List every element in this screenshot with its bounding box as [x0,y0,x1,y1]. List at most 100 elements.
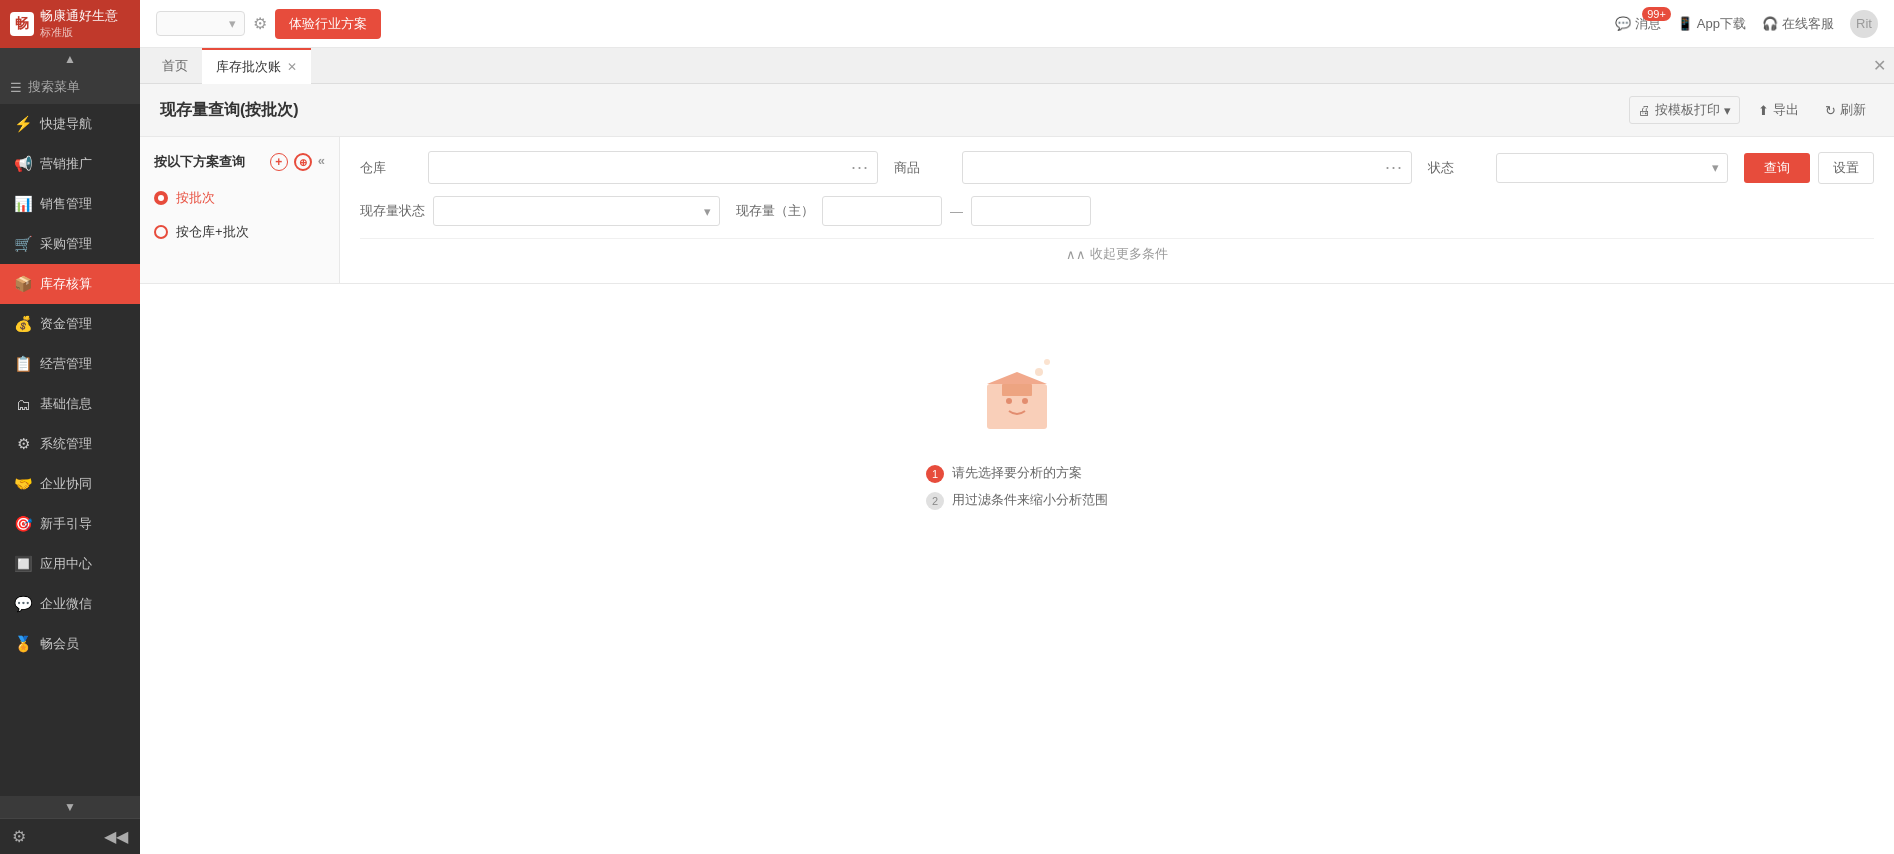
sidebar-item-app-center[interactable]: 🔲 应用中心 [0,544,140,584]
sidebar-item-system[interactable]: ⚙ 系统管理 [0,424,140,464]
inventory-status-field: 现存量状态 ▾ [360,196,720,226]
collapse-more-button[interactable]: ∧∧ 收起更多条件 [360,238,1874,269]
warehouse-more-icon[interactable]: ··· [851,157,869,178]
sidebar-scroll-down[interactable]: ▼ [0,796,140,818]
svg-point-5 [1022,398,1028,404]
member-icon: 🏅 [14,635,32,653]
inventory-status-label: 现存量状态 [360,202,425,220]
sidebar-item-guide[interactable]: 🎯 新手引导 [0,504,140,544]
content-area: 现存量查询(按批次) 🖨 按模板打印 ▾ ⬆ 导出 ↻ 刷新 [140,84,1894,854]
app-download-button[interactable]: 📱 App下载 [1677,15,1746,33]
schema-by-batch-label: 按批次 [176,189,215,207]
schema-settings-icon[interactable]: ⊕ [294,153,312,171]
inventory-status-input[interactable]: ▾ [433,196,720,226]
inventory-main-to-input[interactable] [971,196,1091,226]
sidebar-item-label: 快捷导航 [40,115,92,133]
settings-button[interactable]: 设置 [1818,152,1874,184]
app-logo: 畅 [10,12,34,36]
filter-sidebar-title: 按以下方案查询 [154,153,245,171]
empty-state: 1 请先选择要分析的方案 2 用过滤条件来缩小分析范围 [140,284,1894,578]
sidebar-item-quick-nav[interactable]: ⚡ 快捷导航 [0,104,140,144]
sidebar-item-inventory[interactable]: 📦 库存核算 [0,264,140,304]
sidebar-bottom: ⚙ ◀◀ [0,818,140,854]
page-actions: 🖨 按模板打印 ▾ ⬆ 导出 ↻ 刷新 [1629,96,1874,124]
filter-row-2: 现存量状态 ▾ 现存量（主） — [360,196,1874,226]
tab-home[interactable]: 首页 [148,48,202,84]
product-input[interactable]: ··· [962,151,1412,184]
sidebar-item-label: 库存核算 [40,275,92,293]
sidebar-item-marketing[interactable]: 📢 营销推广 [0,144,140,184]
collapse-filter-icon[interactable]: « [318,153,325,171]
empty-steps-list: 1 请先选择要分析的方案 2 用过滤条件来缩小分析范围 [926,464,1108,518]
trial-button[interactable]: 体验行业方案 [275,9,381,39]
svg-rect-1 [1002,384,1032,396]
print-dropdown-icon[interactable]: ▾ [1724,103,1731,118]
enterprise-icon: 🤝 [14,475,32,493]
sidebar-item-label: 销售管理 [40,195,92,213]
sidebar-nav: ⚡ 快捷导航 📢 营销推广 📊 销售管理 🛒 采购管理 📦 库存核算 💰 资金管… [0,104,140,796]
warehouse-label: 仓库 [360,159,420,177]
sidebar-item-label: 企业微信 [40,595,92,613]
sidebar-item-enterprise[interactable]: 🤝 企业协同 [0,464,140,504]
tab-close-icon[interactable]: ✕ [287,49,297,85]
collapse-sidebar-icon[interactable]: ◀◀ [104,827,128,846]
svg-point-4 [1006,398,1012,404]
message-button[interactable]: 💬 消息 99+ [1615,15,1661,33]
app-title-group: 畅康通好生意 标准版 [40,8,118,40]
refresh-label: 刷新 [1840,101,1866,119]
inventory-main-field: 现存量（主） — [736,196,1096,226]
filter-panel: 按以下方案查询 + ⊕ « 按批次 按仓库+批次 [140,137,1894,284]
status-field: 状态 ▾ [1428,153,1728,183]
sidebar-item-label: 营销推广 [40,155,92,173]
user-profile-button[interactable]: Rit [1850,10,1878,38]
product-more-icon[interactable]: ··· [1385,157,1403,178]
status-dropdown-icon[interactable]: ▾ [1712,160,1719,175]
warehouse-input[interactable]: ··· [428,151,878,184]
schema-dot-empty [154,225,168,239]
sidebar-item-finance[interactable]: 💰 资金管理 [0,304,140,344]
sidebar-item-member[interactable]: 🏅 畅会员 [0,624,140,664]
query-button[interactable]: 查询 [1744,153,1810,183]
export-icon: ⬆ [1758,103,1769,118]
message-badge: 99+ [1642,7,1671,21]
sidebar-item-sales[interactable]: 📊 销售管理 [0,184,140,224]
sidebar-item-operation[interactable]: 📋 经营管理 [0,344,140,384]
tab-batch-ledger[interactable]: 库存批次账 ✕ [202,48,311,84]
sidebar-item-wechat[interactable]: 💬 企业微信 [0,584,140,624]
topbar-gear-icon[interactable]: ⚙ [253,14,267,33]
basic-icon: 🗂 [14,396,32,413]
avatar: Rit [1850,10,1878,38]
schema-by-batch[interactable]: 按批次 [140,181,339,215]
sidebar-item-purchase[interactable]: 🛒 采购管理 [0,224,140,264]
refresh-button[interactable]: ↻ 刷新 [1817,97,1874,123]
inventory-status-dropdown-icon[interactable]: ▾ [704,204,711,219]
tab-batch-ledger-label: 库存批次账 [216,49,281,85]
inventory-main-from-input[interactable] [822,196,942,226]
sidebar-item-label: 系统管理 [40,435,92,453]
sidebar-item-label: 应用中心 [40,555,92,573]
tabs-bar: 首页 库存批次账 ✕ ✕ [140,48,1894,84]
finance-icon: 💰 [14,315,32,333]
support-icon: 🎧 [1762,16,1778,31]
sidebar-search-label: 搜索菜单 [28,78,80,96]
step-2-text: 用过滤条件来缩小分析范围 [952,491,1108,509]
sidebar-item-label: 新手引导 [40,515,92,533]
add-schema-icon[interactable]: + [270,153,288,171]
sidebar-item-basic[interactable]: 🗂 基础信息 [0,384,140,424]
sidebar-search[interactable]: ☰ 搜索菜单 [0,70,140,104]
collapse-more-label: 收起更多条件 [1090,245,1168,263]
page-title: 现存量查询(按批次) [160,100,299,121]
sidebar-scroll-up[interactable]: ▲ [0,48,140,70]
schema-by-warehouse-batch[interactable]: 按仓库+批次 [140,215,339,249]
status-input[interactable]: ▾ [1496,153,1728,183]
print-button[interactable]: 🖨 按模板打印 ▾ [1629,96,1740,124]
topbar-right: 💬 消息 99+ 📱 App下载 🎧 在线客服 Rit [1615,10,1878,38]
sales-icon: 📊 [14,195,32,213]
settings-bottom-icon[interactable]: ⚙ [12,827,26,846]
workspace-selector[interactable]: ▾ [156,11,245,36]
online-support-button[interactable]: 🎧 在线客服 [1762,15,1834,33]
export-button[interactable]: ⬆ 导出 [1750,97,1807,123]
close-all-tabs-icon[interactable]: ✕ [1873,56,1886,75]
marketing-icon: 📢 [14,155,32,173]
filter-form: 仓库 ··· 商品 ··· 状态 [340,137,1894,283]
